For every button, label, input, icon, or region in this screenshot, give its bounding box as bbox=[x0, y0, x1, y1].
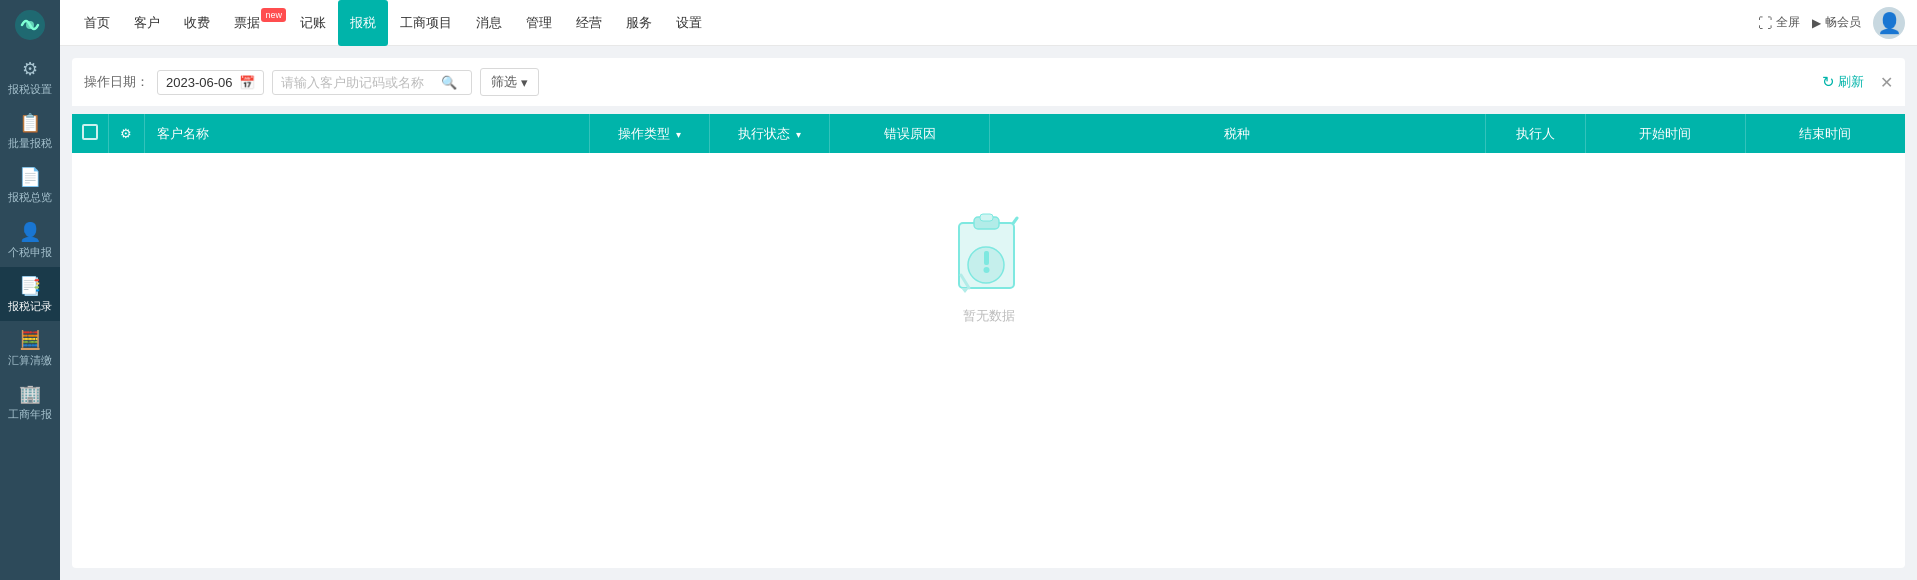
search-box[interactable]: 🔍 bbox=[272, 70, 472, 95]
nav-customer[interactable]: 客户 bbox=[122, 0, 172, 46]
col-header-error: 错误原因 bbox=[830, 114, 990, 153]
sidebar: ⚙ 报税设置 📋 批量报税 📄 报税总览 👤 个税申报 📑 报税记录 🧮 汇算清… bbox=[0, 0, 60, 580]
sidebar-item-calc-tax[interactable]: 🧮 汇算清缴 bbox=[0, 321, 60, 375]
annual-report-icon: 🏢 bbox=[19, 383, 41, 405]
toolbar: 操作日期： 2023-06-06 📅 🔍 筛选 ▾ ↻ 刷新 ✕ bbox=[72, 58, 1905, 106]
nav-billing[interactable]: 收费 bbox=[172, 0, 222, 46]
sidebar-item-label: 汇算清缴 bbox=[8, 354, 52, 367]
empty-text: 暂无数据 bbox=[963, 307, 1015, 325]
empty-state: 暂无数据 bbox=[72, 153, 1905, 365]
col-header-name: 客户名称 bbox=[144, 114, 590, 153]
avatar[interactable]: 👤 bbox=[1873, 7, 1905, 39]
col-header-executor: 执行人 bbox=[1485, 114, 1585, 153]
nav-manage[interactable]: 管理 bbox=[514, 0, 564, 46]
search-input[interactable] bbox=[281, 75, 441, 90]
fullscreen-icon: ⛶ bbox=[1758, 15, 1772, 31]
records-table: ⚙ 客户名称 操作类型 ▾ 执行状态 ▾ bbox=[72, 114, 1905, 153]
tax-overview-icon: 📄 bbox=[19, 166, 41, 188]
sidebar-item-batch-tax[interactable]: 📋 批量报税 bbox=[0, 104, 60, 158]
status-filter-icon[interactable]: ▾ bbox=[796, 129, 801, 140]
sidebar-item-tax-records[interactable]: 📑 报税记录 bbox=[0, 267, 60, 321]
filter-button[interactable]: 筛选 ▾ bbox=[480, 68, 539, 96]
col-header-end: 结束时间 bbox=[1745, 114, 1905, 153]
sidebar-item-label: 报税设置 bbox=[8, 83, 52, 96]
sidebar-item-tax-settings[interactable]: ⚙ 报税设置 bbox=[0, 50, 60, 104]
top-nav: 首页 客户 收费 票据 new 记账 报税 工商项目 消息 管理 经营 bbox=[60, 0, 1917, 46]
sidebar-item-label: 个税申报 bbox=[8, 246, 52, 259]
video-icon: ▶ bbox=[1812, 16, 1821, 30]
col-header-checkbox[interactable] bbox=[72, 114, 108, 153]
table-container: ⚙ 客户名称 操作类型 ▾ 执行状态 ▾ bbox=[72, 114, 1905, 568]
refresh-icon: ↻ bbox=[1822, 73, 1835, 91]
sidebar-item-personal-tax[interactable]: 👤 个税申报 bbox=[0, 213, 60, 267]
batch-tax-icon: 📋 bbox=[19, 112, 41, 134]
nav-invoice[interactable]: 票据 new bbox=[222, 0, 288, 46]
personal-tax-icon: 👤 bbox=[19, 221, 41, 243]
op-type-filter-icon[interactable]: ▾ bbox=[676, 129, 681, 140]
sidebar-item-label: 报税总览 bbox=[8, 191, 52, 204]
sidebar-item-annual-report[interactable]: 🏢 工商年报 bbox=[0, 375, 60, 429]
calc-tax-icon: 🧮 bbox=[19, 329, 41, 351]
col-header-gear[interactable]: ⚙ bbox=[108, 114, 144, 153]
fullscreen-btn[interactable]: ⛶ 全屏 bbox=[1758, 14, 1800, 31]
col-header-tax: 税种 bbox=[990, 114, 1485, 153]
nav-service[interactable]: 服务 bbox=[614, 0, 664, 46]
header-checkbox[interactable] bbox=[82, 124, 98, 140]
gear-icon: ⚙ bbox=[120, 126, 132, 141]
main-area: 首页 客户 收费 票据 new 记账 报税 工商项目 消息 管理 经营 bbox=[60, 0, 1917, 580]
svg-rect-6 bbox=[980, 214, 993, 221]
nav-operations[interactable]: 经营 bbox=[564, 0, 614, 46]
new-badge: new bbox=[261, 8, 286, 23]
sidebar-item-label: 报税记录 bbox=[8, 300, 52, 313]
sidebar-item-tax-overview[interactable]: 📄 报税总览 bbox=[0, 158, 60, 212]
logo[interactable] bbox=[0, 0, 60, 50]
nav-right: ⛶ 全屏 ▶ 畅会员 👤 bbox=[1758, 7, 1905, 39]
chevron-down-icon: ▾ bbox=[521, 75, 528, 90]
svg-point-9 bbox=[983, 267, 989, 273]
calendar-icon: 📅 bbox=[239, 75, 255, 90]
tax-settings-icon: ⚙ bbox=[22, 58, 38, 80]
col-header-op-type: 操作类型 ▾ bbox=[590, 114, 710, 153]
search-icon: 🔍 bbox=[441, 75, 457, 90]
nav-accounting[interactable]: 记账 bbox=[288, 0, 338, 46]
content-area: 操作日期： 2023-06-06 📅 🔍 筛选 ▾ ↻ 刷新 ✕ bbox=[60, 46, 1917, 580]
nav-home[interactable]: 首页 bbox=[72, 0, 122, 46]
nav-tax[interactable]: 报税 bbox=[338, 0, 388, 46]
col-header-status: 执行状态 ▾ bbox=[710, 114, 830, 153]
member-btn[interactable]: ▶ 畅会员 bbox=[1812, 14, 1861, 31]
close-button[interactable]: ✕ bbox=[1880, 73, 1893, 92]
svg-marker-11 bbox=[961, 288, 969, 293]
sidebar-item-label: 批量报税 bbox=[8, 137, 52, 150]
sidebar-item-label: 工商年报 bbox=[8, 408, 52, 421]
date-value: 2023-06-06 bbox=[166, 75, 233, 90]
date-label: 操作日期： bbox=[84, 73, 149, 91]
nav-settings[interactable]: 设置 bbox=[664, 0, 714, 46]
tax-records-icon: 📑 bbox=[19, 275, 41, 297]
svg-rect-8 bbox=[984, 251, 989, 265]
nav-message[interactable]: 消息 bbox=[464, 0, 514, 46]
empty-illustration bbox=[939, 193, 1039, 303]
nav-industry[interactable]: 工商项目 bbox=[388, 0, 464, 46]
refresh-button[interactable]: ↻ 刷新 bbox=[1822, 73, 1864, 91]
date-picker[interactable]: 2023-06-06 📅 bbox=[157, 70, 264, 95]
svg-point-1 bbox=[26, 21, 34, 29]
col-header-start: 开始时间 bbox=[1585, 114, 1745, 153]
